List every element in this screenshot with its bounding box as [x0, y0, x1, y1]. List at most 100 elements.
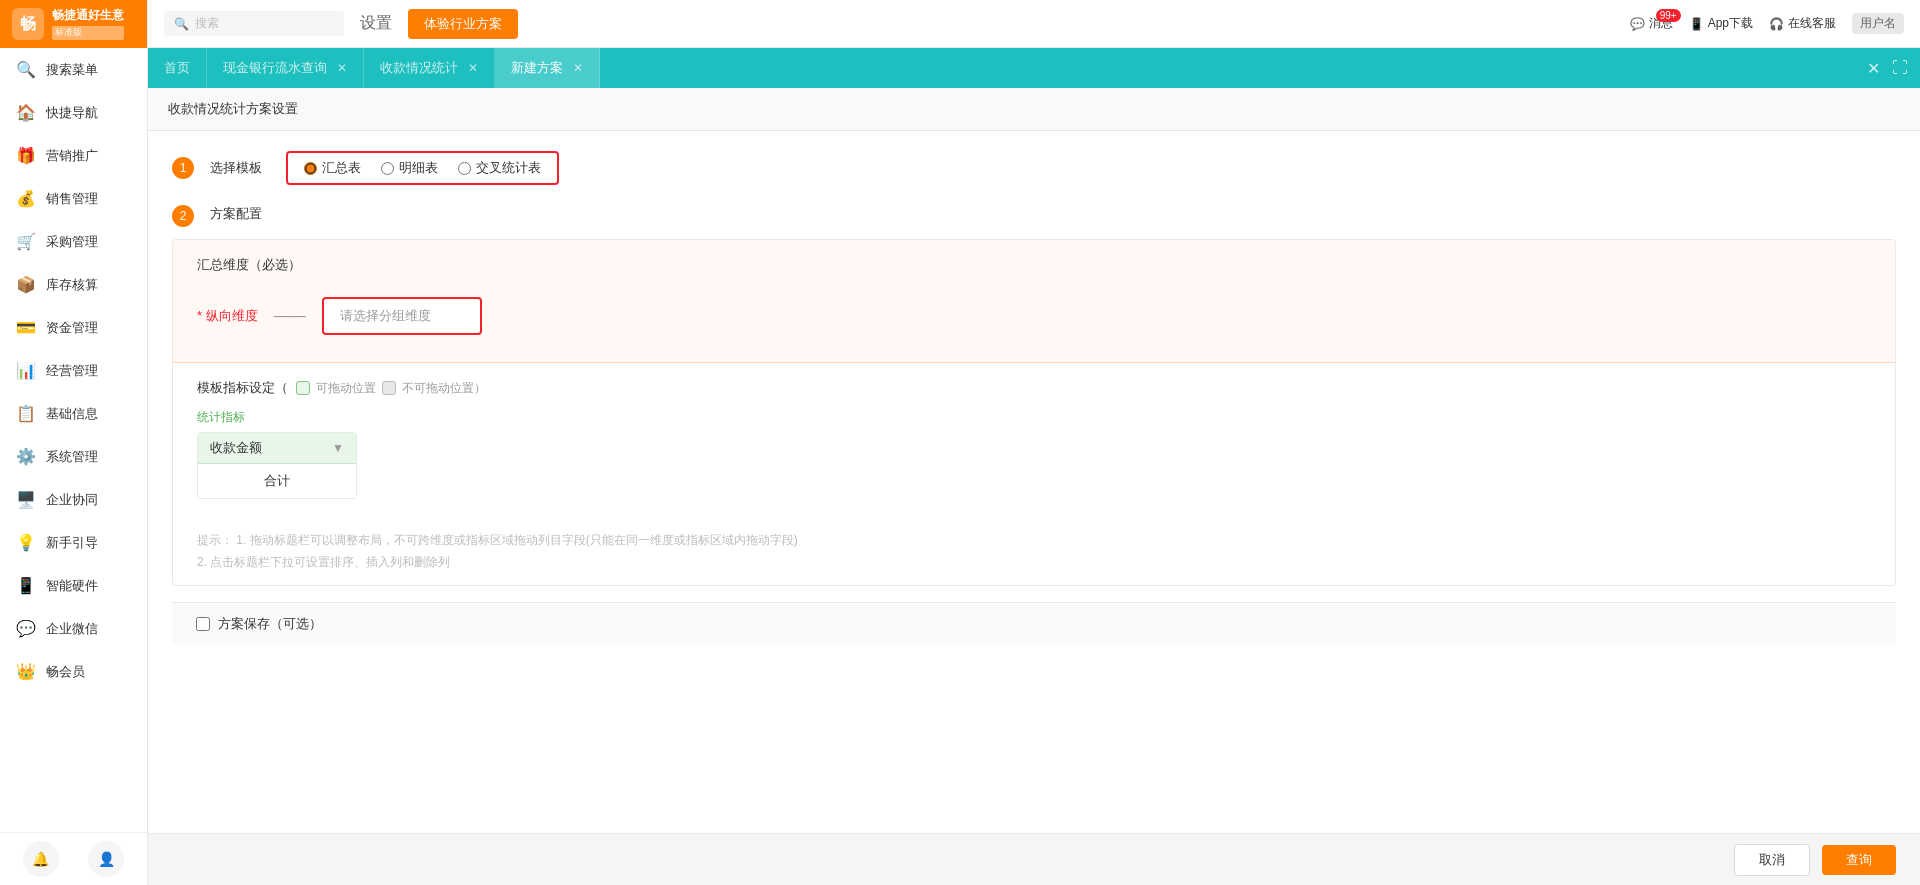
- not-draggable-hint-text: 不可拖动位置）: [402, 380, 486, 397]
- search-box[interactable]: 🔍 搜索: [164, 11, 344, 36]
- tab-label: 新建方案: [511, 59, 563, 77]
- step2-badge: 2: [172, 205, 194, 227]
- tab-现金银行流水查询[interactable]: 现金银行流水查询✕: [207, 48, 364, 88]
- dimension-content: * 纵向维度 —— 请选择分组维度: [197, 286, 1871, 346]
- sidebar-item-label: 新手引导: [46, 534, 98, 552]
- step1-badge: 1: [172, 157, 194, 179]
- sidebar-item-资金管理[interactable]: 💳 资金管理: [0, 306, 147, 349]
- tab-close-window-icon[interactable]: ✕: [1867, 59, 1880, 78]
- message-btn[interactable]: 💬 消息 99+: [1630, 15, 1673, 32]
- not-draggable-chip: [382, 381, 396, 395]
- dimension-section: 汇总维度（必选） * 纵向维度 —— 请选择分组维度: [173, 240, 1895, 363]
- footer-btn-1[interactable]: 🔔: [23, 841, 59, 877]
- industry-btn[interactable]: 体验行业方案: [408, 9, 518, 39]
- sidebar-item-label: 资金管理: [46, 319, 98, 337]
- dimension-row-label: * 纵向维度: [197, 307, 258, 325]
- radio-detail[interactable]: 明细表: [381, 159, 438, 177]
- sidebar-item-智能硬件[interactable]: 📱 智能硬件: [0, 564, 147, 607]
- save-checkbox[interactable]: [196, 617, 210, 631]
- step2-label: 方案配置: [210, 205, 262, 223]
- content-inner: 收款情况统计方案设置 1 选择模板 汇总表 明细表: [148, 88, 1920, 833]
- radio-summary[interactable]: 汇总表: [304, 159, 361, 177]
- top-bar: 🔍 搜索 设置 体验行业方案 💬 消息 99+ 📱 App下载 🎧 在线客服 用…: [148, 0, 1920, 48]
- sidebar-item-label: 智能硬件: [46, 577, 98, 595]
- sidebar-item-label: 销售管理: [46, 190, 98, 208]
- sidebar-item-label: 搜索菜单: [46, 61, 98, 79]
- sidebar-item-销售管理[interactable]: 💰 销售管理: [0, 177, 147, 220]
- sidebar-item-label: 系统管理: [46, 448, 98, 466]
- radio-cross[interactable]: 交叉统计表: [458, 159, 541, 177]
- cancel-button[interactable]: 取消: [1734, 844, 1810, 876]
- tab-新建方案[interactable]: 新建方案 ✕: [495, 48, 600, 88]
- metrics-config-label: 模板指标设定（ 可拖动位置 不可拖动位置）: [197, 379, 1871, 397]
- sidebar-item-label: 经营管理: [46, 362, 98, 380]
- tip-line2: 2. 点击标题栏下拉可设置排序、插入列和删除列: [197, 552, 1871, 574]
- sidebar-item-营销推广[interactable]: 🎁营销推广: [0, 134, 147, 177]
- tab-close-icon[interactable]: ✕: [468, 61, 478, 75]
- dimension-title: 汇总维度（必选）: [197, 256, 1871, 274]
- sidebar-item-库存核算[interactable]: 📦库存核算: [0, 263, 147, 306]
- sidebar-icon: 🎁: [16, 146, 36, 165]
- radio-cross-label: 交叉统计表: [476, 159, 541, 177]
- sidebar-icon: 🛒: [16, 232, 36, 251]
- sidebar-item-经营管理[interactable]: 📊经营管理: [0, 349, 147, 392]
- sidebar-icon: 👑: [16, 662, 36, 681]
- step2-row: 2 方案配置: [172, 205, 1896, 227]
- sidebar: 畅 畅捷通好生意 标准版 🔍 搜索菜单 🏠快捷导航🎁营销推广 💰 销售管理 🛒 采购管理 📦库…: [0, 0, 148, 885]
- sidebar-icon: 💡: [16, 533, 36, 552]
- metrics-total-row: 合计: [198, 464, 356, 498]
- sidebar-item-企业协同[interactable]: 🖥️企业协同: [0, 478, 147, 521]
- sidebar-nav: 🔍 搜索菜单 🏠快捷导航🎁营销推广 💰 销售管理 🛒 采购管理 📦库存核算 💳 资金管理 📊经营管理…: [0, 48, 147, 832]
- sidebar-item-快捷导航[interactable]: 🏠快捷导航: [0, 91, 147, 134]
- gear-icon[interactable]: 设置: [360, 13, 392, 34]
- sidebar-item-企业微信[interactable]: 💬企业微信: [0, 607, 147, 650]
- tab-label: 首页: [164, 59, 190, 77]
- download-btn[interactable]: 📱 App下载: [1689, 15, 1753, 32]
- footer-btn-2[interactable]: 👤: [88, 841, 124, 877]
- draggable-hint: 可拖动位置 不可拖动位置）: [296, 380, 486, 397]
- tab-收款情况统计[interactable]: 收款情况统计✕: [364, 48, 495, 88]
- tab-close-icon[interactable]: ✕: [573, 61, 583, 75]
- sidebar-item-基础信息[interactable]: 📋基础信息: [0, 392, 147, 435]
- service-btn[interactable]: 🎧 在线客服: [1769, 15, 1836, 32]
- sidebar-item-采购管理[interactable]: 🛒 采购管理: [0, 220, 147, 263]
- radio-summary-label: 汇总表: [322, 159, 361, 177]
- sidebar-icon: 🖥️: [16, 490, 36, 509]
- sidebar-icon: 💰: [16, 189, 36, 208]
- draggable-chip: [296, 381, 310, 395]
- sidebar-item-新手引导[interactable]: 💡 新手引导: [0, 521, 147, 564]
- sidebar-icon: 💳: [16, 318, 36, 337]
- tab-maximize-icon[interactable]: ⛶: [1892, 59, 1908, 77]
- template-select: 汇总表 明细表 交叉统计表: [286, 151, 559, 185]
- metrics-dropdown-icon[interactable]: ▼: [332, 441, 344, 455]
- page-title: 收款情况统计方案设置: [148, 88, 1920, 131]
- metrics-config-text: 模板指标设定（: [197, 379, 288, 397]
- message-badge: 99+: [1656, 9, 1681, 22]
- sidebar-icon: 📱: [16, 576, 36, 595]
- save-label: 方案保存（可选）: [218, 615, 322, 633]
- sidebar-item-畅会员[interactable]: 👑畅会员: [0, 650, 147, 693]
- sidebar-icon: ⚙️: [16, 447, 36, 466]
- sidebar-item-系统管理[interactable]: ⚙️ 系统管理: [0, 435, 147, 478]
- tab-close-icon[interactable]: ✕: [337, 61, 347, 75]
- content-area: 收款情况统计方案设置 1 选择模板 汇总表 明细表: [148, 88, 1920, 833]
- sidebar-footer: 🔔 👤: [0, 832, 147, 885]
- sidebar-item-搜索菜单[interactable]: 🔍 搜索菜单: [0, 48, 147, 91]
- main-area: 🔍 搜索 设置 体验行业方案 💬 消息 99+ 📱 App下载 🎧 在线客服 用…: [148, 0, 1920, 885]
- metrics-header-row[interactable]: 收款金额 ▼: [198, 433, 356, 464]
- user-avatar[interactable]: 用户名: [1852, 13, 1904, 34]
- dimension-input-box[interactable]: 请选择分组维度: [322, 297, 482, 335]
- metrics-container: 收款金额 ▼ 合计: [197, 432, 357, 499]
- sidebar-icon: 🔍: [16, 60, 36, 79]
- tab-首页[interactable]: 首页: [148, 48, 207, 88]
- tab-bar: 首页现金银行流水查询✕收款情况统计✕ 新建方案 ✕ ✕ ⛶: [148, 48, 1920, 88]
- sidebar-item-label: 采购管理: [46, 233, 98, 251]
- tips-section: 提示： 1. 拖动标题栏可以调整布局，不可跨维度或指标区域拖动列目字段(只能在同…: [173, 518, 1895, 585]
- query-button[interactable]: 查询: [1822, 845, 1896, 875]
- tip-line1: 提示： 1. 拖动标题栏可以调整布局，不可跨维度或指标区域拖动列目字段(只能在同…: [197, 530, 1871, 552]
- radio-detail-label: 明细表: [399, 159, 438, 177]
- search-placeholder: 搜索: [195, 15, 219, 32]
- logo-text: 畅捷通好生意 标准版: [52, 8, 124, 39]
- sidebar-logo: 畅 畅捷通好生意 标准版: [0, 0, 147, 48]
- download-icon: 📱: [1689, 17, 1704, 31]
